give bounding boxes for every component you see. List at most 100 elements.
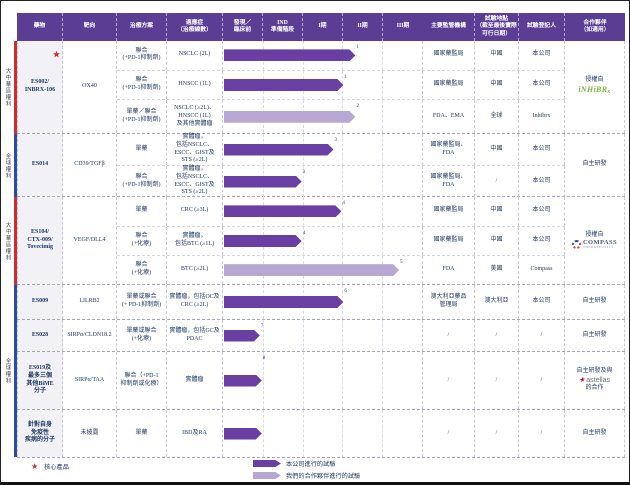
registrant-cell: Inhibrx: [519, 100, 565, 134]
regulator-cell: 國家藥監局、 FDA: [423, 166, 475, 197]
legend-company-trial: 本公司進行的試驗: [253, 459, 360, 468]
phase-bar-cell: 5: [223, 256, 423, 284]
rights-label: 全球權利: [4, 152, 11, 179]
partner-inhouse-label: 自主研發: [582, 161, 607, 168]
company-trial-bar: [224, 79, 343, 91]
legend-company-trial-label: 本公司進行的試驗: [286, 461, 336, 468]
location-cell: 澳大利亞: [475, 285, 519, 319]
inhibrx-logo-text: iNHiBR: [578, 85, 608, 94]
drug-block-4: ES028 SIRPα/CLDN18.2 單藥或聯合 (+化療) 實體瘤，包括GC及 …: [17, 320, 625, 352]
rights-segment-1: 全球權利: [3, 134, 17, 197]
location-cell: 美國: [475, 256, 519, 284]
indication-cell: 實體瘤，包括GC及 PDAC: [167, 320, 223, 351]
regulator-cell: 國家藥監局: [423, 197, 475, 226]
registrant-cell: 本公司: [519, 134, 565, 165]
regimen-cell: 聯合 (+PD-1抑制劑): [117, 70, 167, 100]
phase-gridline: [262, 410, 264, 457]
bar-footnote: 1: [344, 74, 347, 80]
header-phase-preclinical: 發現／ 臨床前: [223, 13, 263, 41]
pipeline-row: 單藥 IBD及RA / / /: [117, 410, 565, 457]
indication-cell: CRC (≥3L): [167, 197, 223, 226]
phase-gridline: [302, 352, 304, 409]
indication-cell: NSCLC (≥2L)、 HNSCC (1L) 及其他實體瘤: [167, 100, 223, 134]
legend-partner-trial: 我們的合作夥伴進行的試驗: [253, 471, 360, 480]
astellas-star-icon: ★: [577, 375, 587, 385]
registrant-cell: /: [519, 352, 565, 409]
table-body: ES002/ INBRX-106 ★ OX40 聯合 (+PD-1抑制劑) NSCLC …: [17, 41, 625, 458]
sub-rows: 單藥或聯合 (+ PD-1抑制劑) 實體瘤，包括OC及 CRC (≥2L) 6 澳大利…: [117, 285, 565, 319]
target-cell: LILRB2: [63, 285, 117, 319]
drug-name-cell: 針對自身 免疫性 疾病的分子: [17, 410, 63, 457]
rights-label: 大中華區權利: [4, 68, 11, 107]
partner-collab-post: 的合作: [585, 385, 604, 392]
regulator-cell: /: [423, 352, 475, 409]
header-phase-1: I期: [303, 13, 343, 41]
registrant-cell: 本公司: [519, 166, 565, 197]
phase-bar-cell: 1: [223, 70, 423, 100]
indication-cell: 實體瘤， 包括NSCLC、 ESCC、GIST及 STS (≥2L): [167, 134, 223, 165]
phase-gridline: [342, 134, 344, 165]
regulator-cell: 澳大利亞藥品 管理局: [423, 285, 475, 319]
header-drug: 藥物: [17, 13, 63, 41]
phase-gridline: [342, 352, 344, 409]
partner-cell: 自主研發及與 ★ astellas 的合作: [565, 352, 625, 409]
pipeline-row: 聯合 (+PD-1抑制劑) NSCLC (2L) 1 國家藥監局 中國 本公司: [117, 41, 565, 71]
pipeline-row: 聯合 (+化療) 實體瘤， 包括BTC (≥1L) 4 國家藥監局 中國 本公司: [117, 226, 565, 257]
regimen-cell: 聯合 (+化療): [117, 226, 167, 256]
inhibrx-logo-sub: x: [607, 89, 611, 95]
pipeline-chart-page: 大中華區權利 全球權利 大中華區權利 全球權利 藥物 靶向 治療方案 適應症 （治療線…: [0, 0, 630, 485]
phase-gridline: [342, 320, 344, 351]
pipeline-row: 單藥／聯合 (+PD-1抑制劑) NSCLC (≥2L)、 HNSCC (1L) …: [117, 100, 565, 134]
rights-label: 全球權利: [4, 358, 11, 384]
partner-trial-bar: [224, 111, 355, 123]
partner-inhouse-label: 自主研發: [582, 331, 607, 338]
company-trial-bar: [224, 49, 355, 61]
partner-cell: 授權自 iNHiBRx: [565, 41, 625, 133]
rights-segment-0: 大中華區權利: [3, 41, 17, 134]
drug-block-6: 針對自身 免疫性 疾病的分子 未披露 單藥 IBD及RA / / / 自主研發: [17, 410, 625, 457]
drug-name-cell: ES028: [17, 320, 63, 351]
header-regulator: 主要監管機構: [423, 13, 475, 41]
location-cell: /: [475, 352, 519, 409]
regimen-cell: 單藥: [117, 410, 167, 457]
bar-footnote: 5: [400, 260, 403, 266]
company-trial-bar: [224, 176, 302, 188]
bar-footnote: 3: [334, 138, 337, 143]
legend-core-product-label: 核心產品: [44, 464, 69, 471]
pipeline-table: 藥物 靶向 治療方案 適應症 （治療線數） 發現／ 臨床前 IND 準備階段 I…: [17, 13, 625, 458]
phase-bar-cell: 8: [223, 352, 423, 409]
partner-cell: 授權自 COMPASS THERAPEUTICS: [565, 197, 625, 284]
registrant-cell: 本公司: [519, 285, 565, 319]
regimen-cell: 聯合 (+化療): [117, 256, 167, 284]
header-phase-group: 發現／ 臨床前 IND 準備階段 I期 II期 III期: [223, 13, 423, 41]
location-cell: /: [475, 410, 519, 457]
drug-name-cell: ES002/ INBRX-106 ★: [17, 41, 63, 133]
bar-footnote: 3: [302, 170, 306, 175]
partner-trial-arrow-icon: [253, 472, 281, 479]
bar-footnote: 4: [302, 230, 306, 236]
registrant-cell: /: [519, 410, 565, 457]
astellas-logo: ★ astellas: [577, 375, 610, 385]
rights-segment-2: 大中華區權利: [3, 197, 17, 285]
sub-rows: 單藥 實體瘤， 包括NSCLC、 ESCC、GIST及 STS (≥2L) 3 國家藥…: [117, 134, 565, 197]
location-cell: 中國: [475, 41, 519, 70]
pipeline-row: 聯合（+PD-1 抑制劑或化療） 實體瘤 8// /: [117, 352, 565, 409]
indication-cell: 實體瘤: [167, 352, 223, 409]
header-phase-2: II期: [343, 13, 383, 41]
company-trial-arrow-icon: [253, 460, 281, 467]
phase-bar-cell: 4: [223, 226, 423, 256]
bar-footnote: 8: [262, 356, 266, 361]
company-trial-bar: [224, 144, 333, 156]
header-indication: 適應症 （治療線數）: [167, 13, 223, 41]
target-cell: CD39/TGFβ: [63, 134, 117, 196]
sub-rows: 單藥 IBD及RA / / /: [117, 410, 565, 457]
company-trial-bar: [224, 235, 302, 247]
table-header: 藥物 靶向 治療方案 適應症 （治療線數） 發現／ 臨床前 IND 準備階段 I…: [17, 13, 625, 41]
indication-cell: HNSCC (1L): [167, 70, 223, 100]
core-product-star-icon: ★: [52, 50, 60, 59]
partner-licensed-label: 授權自: [585, 77, 604, 84]
phase-gridline: [382, 352, 384, 409]
phase-bar-cell: 6: [223, 285, 423, 319]
rights-segment-3: 全球權利: [3, 285, 17, 457]
regulator-cell: 國家藥監局: [423, 41, 475, 70]
